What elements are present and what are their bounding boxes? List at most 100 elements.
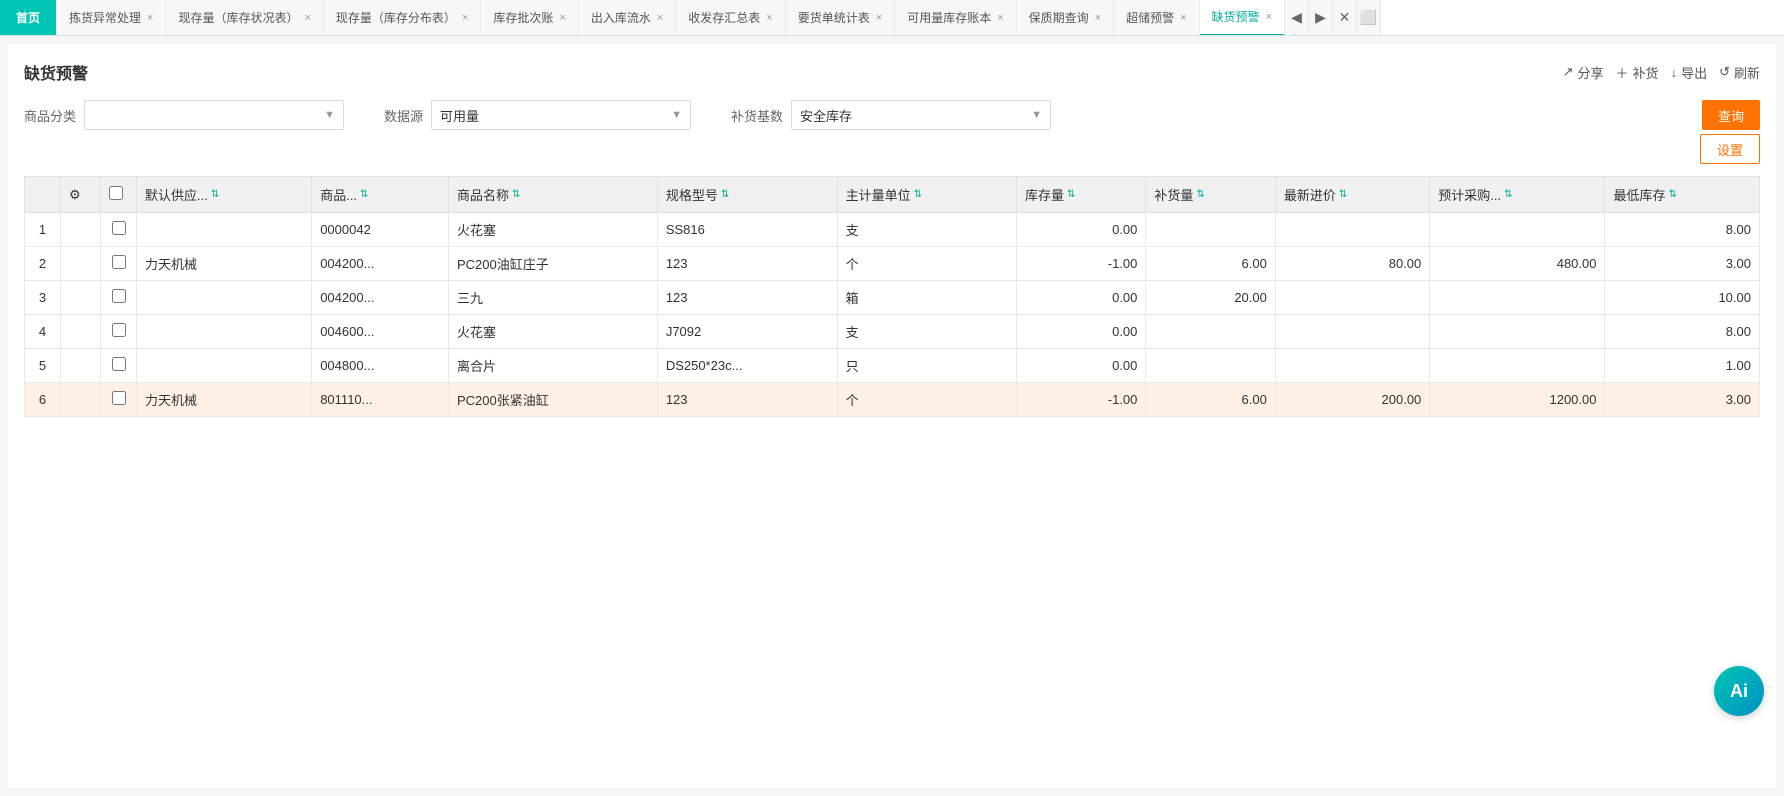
tab-maximize-btn[interactable]: ⬜ [1357, 0, 1381, 36]
row-replenish: 6.00 [1146, 247, 1275, 281]
row-checkbox-4[interactable] [112, 357, 126, 371]
row-product-code: 004200... [312, 247, 449, 281]
tab-shortage[interactable]: 缺货预警 × [1200, 0, 1285, 36]
row-stock: 0.00 [1016, 281, 1145, 315]
th-est-purchase[interactable]: 预计采购... ⇅ [1430, 177, 1605, 213]
tab-close-all-btn[interactable]: ✕ [1333, 0, 1357, 36]
datasource-select[interactable]: 可用量 ▼ [431, 100, 691, 130]
row-checkbox-cell [101, 349, 137, 383]
row-unit: 只 [837, 349, 1016, 383]
tab-shortage-close[interactable]: × [1266, 11, 1272, 23]
th-unit-sort[interactable]: 主计量单位 ⇅ [846, 185, 922, 204]
row-unit: 支 [837, 213, 1016, 247]
tab-expire[interactable]: 保质期查询 × [1017, 0, 1114, 36]
row-checkbox-1[interactable] [112, 255, 126, 269]
sort-icon-stock: ⇅ [1067, 189, 1075, 200]
tab-overstock[interactable]: 超储预警 × [1114, 0, 1199, 36]
row-stock: 0.00 [1016, 315, 1145, 349]
th-product-name-label: 商品名称 [457, 185, 509, 204]
tab-overstock-close[interactable]: × [1180, 12, 1186, 24]
row-spec: SS816 [657, 213, 837, 247]
query-button[interactable]: 查询 [1702, 100, 1760, 130]
row-supplier: 力天机械 [137, 247, 312, 281]
row-gear-cell [61, 349, 101, 383]
category-select[interactable]: ▼ [84, 100, 344, 130]
tab-stock-dist-close[interactable]: × [462, 12, 468, 24]
row-product-name: PC200张紧油缸 [448, 383, 657, 417]
tab-inout[interactable]: 出入库流水 × [579, 0, 676, 36]
sort-icon-min-stock: ⇅ [1669, 189, 1677, 200]
row-spec: DS250*23c... [657, 349, 837, 383]
row-stock: 0.00 [1016, 349, 1145, 383]
th-replenish-sort[interactable]: 补货量 ⇅ [1154, 185, 1204, 204]
export-label: 导出 [1681, 63, 1707, 82]
table-header-row: ⚙ 默认供应... ⇅ 商品... ⇅ [25, 177, 1760, 213]
ai-assistant-badge[interactable]: Ai [1714, 666, 1764, 716]
th-product-code-sort[interactable]: 商品... ⇅ [320, 185, 368, 204]
tab-exception[interactable]: 拣货异常处理 × [57, 0, 166, 36]
datasource-filter-group: 数据源 可用量 ▼ [384, 100, 691, 130]
row-checkbox-0[interactable] [112, 221, 126, 235]
tab-expire-label: 保质期查询 [1029, 9, 1089, 26]
row-product-code: 004600... [312, 315, 449, 349]
tab-inout-close[interactable]: × [657, 12, 663, 24]
tab-stock-dist[interactable]: 现存量（库存分布表） × [324, 0, 481, 36]
tab-batch[interactable]: 库存批次账 × [481, 0, 578, 36]
export-action[interactable]: ↓ 导出 [1671, 63, 1708, 82]
tab-batch-close[interactable]: × [559, 12, 565, 24]
tab-order-stat[interactable]: 要货单统计表 × [786, 0, 895, 36]
tab-collect-close[interactable]: × [766, 12, 772, 24]
row-min-stock: 8.00 [1605, 315, 1760, 349]
share-action[interactable]: ↗ 分享 [1563, 63, 1604, 82]
tab-expire-close[interactable]: × [1095, 12, 1101, 24]
th-stock[interactable]: 库存量 ⇅ [1016, 177, 1145, 213]
th-product-name[interactable]: 商品名称 ⇅ [448, 177, 657, 213]
tab-available-close[interactable]: × [997, 12, 1003, 24]
th-latest-price[interactable]: 最新进价 ⇅ [1275, 177, 1429, 213]
share-icon: ↗ [1563, 64, 1574, 80]
tab-next-btn[interactable]: ▶ [1309, 0, 1333, 36]
row-number: 5 [25, 349, 61, 383]
sort-icon-product-name: ⇅ [512, 189, 520, 200]
row-checkbox-3[interactable] [112, 323, 126, 337]
th-product-name-sort[interactable]: 商品名称 ⇅ [457, 185, 520, 204]
row-product-name: 火花塞 [448, 315, 657, 349]
tab-prev-btn[interactable]: ◀ [1285, 0, 1309, 36]
settings-button[interactable]: 设置 [1700, 134, 1760, 164]
row-checkbox-2[interactable] [112, 289, 126, 303]
row-product-name: 三九 [448, 281, 657, 315]
th-unit[interactable]: 主计量单位 ⇅ [837, 177, 1016, 213]
category-chevron-down-icon: ▼ [324, 109, 335, 121]
row-gear-cell [61, 247, 101, 281]
select-all-checkbox[interactable] [109, 186, 123, 200]
th-min-stock[interactable]: 最低库存 ⇅ [1605, 177, 1760, 213]
th-est-purchase-sort[interactable]: 预计采购... ⇅ [1438, 185, 1512, 204]
th-stock-sort[interactable]: 库存量 ⇅ [1025, 185, 1075, 204]
tab-collect[interactable]: 收发存汇总表 × [676, 0, 785, 36]
tab-home[interactable]: 首页 [0, 0, 57, 36]
row-checkbox-5[interactable] [112, 391, 126, 405]
tab-bar: 首页 拣货异常处理 × 现存量（库存状况表） × 现存量（库存分布表） × 库存… [0, 0, 1784, 36]
th-gear[interactable]: ⚙ [61, 177, 101, 213]
th-min-stock-label: 最低库存 [1613, 185, 1665, 204]
th-latest-price-sort[interactable]: 最新进价 ⇅ [1284, 185, 1347, 204]
th-product-code[interactable]: 商品... ⇅ [312, 177, 449, 213]
tab-order-stat-close[interactable]: × [876, 12, 882, 24]
replenish-action[interactable]: ＋ 补货 [1616, 63, 1659, 82]
refresh-action[interactable]: ↺ 刷新 [1719, 63, 1760, 82]
tab-stock-status[interactable]: 现存量（库存状况表） × [166, 0, 323, 36]
tab-available[interactable]: 可用量库存账本 × [895, 0, 1016, 36]
replenish-base-select[interactable]: 安全库存 ▼ [791, 100, 1051, 130]
refresh-icon: ↺ [1719, 64, 1730, 80]
th-min-stock-sort[interactable]: 最低库存 ⇅ [1613, 185, 1676, 204]
th-supplier[interactable]: 默认供应... ⇅ [137, 177, 312, 213]
th-spec[interactable]: 规格型号 ⇅ [657, 177, 837, 213]
row-checkbox-cell [101, 213, 137, 247]
tab-stock-status-close[interactable]: × [304, 12, 310, 24]
tab-inout-label: 出入库流水 [591, 9, 651, 26]
th-spec-sort[interactable]: 规格型号 ⇅ [666, 185, 729, 204]
tab-exception-close[interactable]: × [147, 12, 153, 24]
th-replenish[interactable]: 补货量 ⇅ [1146, 177, 1275, 213]
row-latest-price: 200.00 [1275, 383, 1429, 417]
th-supplier-sort[interactable]: 默认供应... ⇅ [145, 185, 219, 204]
